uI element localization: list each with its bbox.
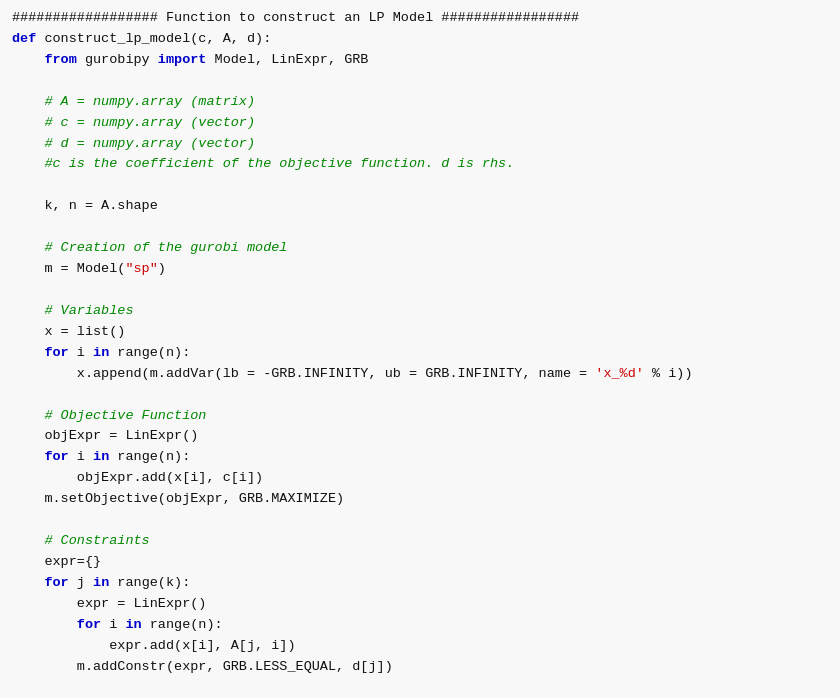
code-token: in: [93, 449, 109, 464]
code-token: for: [44, 449, 68, 464]
code-token: in: [93, 345, 109, 360]
code-token: # Variables: [44, 303, 133, 318]
code-line: [12, 217, 828, 238]
code-line: [12, 175, 828, 196]
code-token: construct_lp_model: [44, 31, 190, 46]
code-token: objExpr.add(x[i], c[i]): [12, 470, 263, 485]
code-line: # A = numpy.array (matrix): [12, 92, 828, 113]
code-line: [12, 385, 828, 406]
code-line: for i in range(n):: [12, 615, 828, 636]
code-token: [12, 52, 44, 67]
code-token: range(n):: [109, 345, 190, 360]
code-line: # Objective Function: [12, 406, 828, 427]
code-line: # Variables: [12, 301, 828, 322]
code-line: m.addConstr(expr, GRB.LESS_EQUAL, d[j]): [12, 657, 828, 678]
code-line: #c is the coefficient of the objective f…: [12, 154, 828, 175]
code-token: (c, A, d):: [190, 31, 271, 46]
code-line: ################## Function to construct…: [12, 8, 828, 29]
code-token: # c = numpy.array (vector): [44, 115, 255, 130]
code-token: x.append(m.addVar(lb = -GRB.INFINITY, ub…: [12, 366, 595, 381]
code-token: expr.add(x[i], A[j, i]): [12, 638, 296, 653]
code-line: expr={}: [12, 552, 828, 573]
code-line: m = Model("sp"): [12, 259, 828, 280]
code-line: for j in range(k):: [12, 573, 828, 594]
code-token: # Objective Function: [44, 408, 206, 423]
code-token: import: [158, 52, 207, 67]
code-token: in: [125, 617, 141, 632]
code-token: [12, 136, 44, 151]
code-token: [12, 617, 77, 632]
code-token: for: [77, 617, 101, 632]
code-token: # Constraints: [44, 533, 149, 548]
code-token: objExpr = LinExpr(): [12, 428, 198, 443]
code-token: [12, 303, 44, 318]
code-token: [12, 408, 44, 423]
code-line: [12, 510, 828, 531]
code-token: i: [101, 617, 125, 632]
code-token: k, n = A.shape: [12, 198, 158, 213]
code-token: ): [158, 261, 166, 276]
code-token: range(n):: [142, 617, 223, 632]
code-token: [12, 240, 44, 255]
code-token: range(n):: [109, 449, 190, 464]
code-token: "sp": [125, 261, 157, 276]
code-line: # c = numpy.array (vector): [12, 113, 828, 134]
code-token: # Creation of the gurobi model: [44, 240, 287, 255]
code-token: in: [93, 575, 109, 590]
code-line: # Creation of the gurobi model: [12, 238, 828, 259]
code-line: for i in range(n):: [12, 447, 828, 468]
code-line: [12, 280, 828, 301]
code-line: # Constraints: [12, 531, 828, 552]
code-line: # d = numpy.array (vector): [12, 134, 828, 155]
code-token: [12, 156, 44, 171]
code-token: [12, 94, 44, 109]
code-token: Model, LinExpr, GRB: [206, 52, 368, 67]
code-line: x.append(m.addVar(lb = -GRB.INFINITY, ub…: [12, 364, 828, 385]
code-token: m = Model(: [12, 261, 125, 276]
code-token: ################## Function to construct…: [12, 10, 579, 25]
code-token: [12, 345, 44, 360]
code-token: [12, 449, 44, 464]
code-editor: ################## Function to construct…: [0, 0, 840, 698]
code-token: [12, 115, 44, 130]
code-token: 'x_%d': [595, 366, 644, 381]
code-token: for: [44, 345, 68, 360]
code-token: #c is the coefficient of the objective f…: [44, 156, 514, 171]
code-line: x = list(): [12, 322, 828, 343]
code-token: def: [12, 31, 44, 46]
code-token: % i)): [644, 366, 693, 381]
code-line: objExpr = LinExpr(): [12, 426, 828, 447]
code-line: k, n = A.shape: [12, 196, 828, 217]
code-line: expr = LinExpr(): [12, 594, 828, 615]
code-line: from gurobipy import Model, LinExpr, GRB: [12, 50, 828, 71]
code-token: expr = LinExpr(): [12, 596, 206, 611]
code-line: for i in range(n):: [12, 343, 828, 364]
code-token: expr={}: [12, 554, 101, 569]
code-token: for: [44, 575, 68, 590]
code-line: objExpr.add(x[i], c[i]): [12, 468, 828, 489]
code-token: # A = numpy.array (matrix): [44, 94, 255, 109]
code-token: [12, 575, 44, 590]
code-token: m.addConstr(expr, GRB.LESS_EQUAL, d[j]): [12, 659, 393, 674]
code-token: [12, 533, 44, 548]
code-line: def construct_lp_model(c, A, d):: [12, 29, 828, 50]
code-token: range(k):: [109, 575, 190, 590]
code-line: expr.add(x[i], A[j, i]): [12, 636, 828, 657]
code-token: i: [69, 345, 93, 360]
code-token: from: [44, 52, 76, 67]
code-token: j: [69, 575, 93, 590]
code-token: # d = numpy.array (vector): [44, 136, 255, 151]
code-token: gurobipy: [77, 52, 158, 67]
code-token: i: [69, 449, 93, 464]
code-token: m.setObjective(objExpr, GRB.MAXIMIZE): [12, 491, 344, 506]
code-line: [12, 678, 828, 699]
code-line: m.setObjective(objExpr, GRB.MAXIMIZE): [12, 489, 828, 510]
code-token: x = list(): [12, 324, 125, 339]
code-line: [12, 71, 828, 92]
